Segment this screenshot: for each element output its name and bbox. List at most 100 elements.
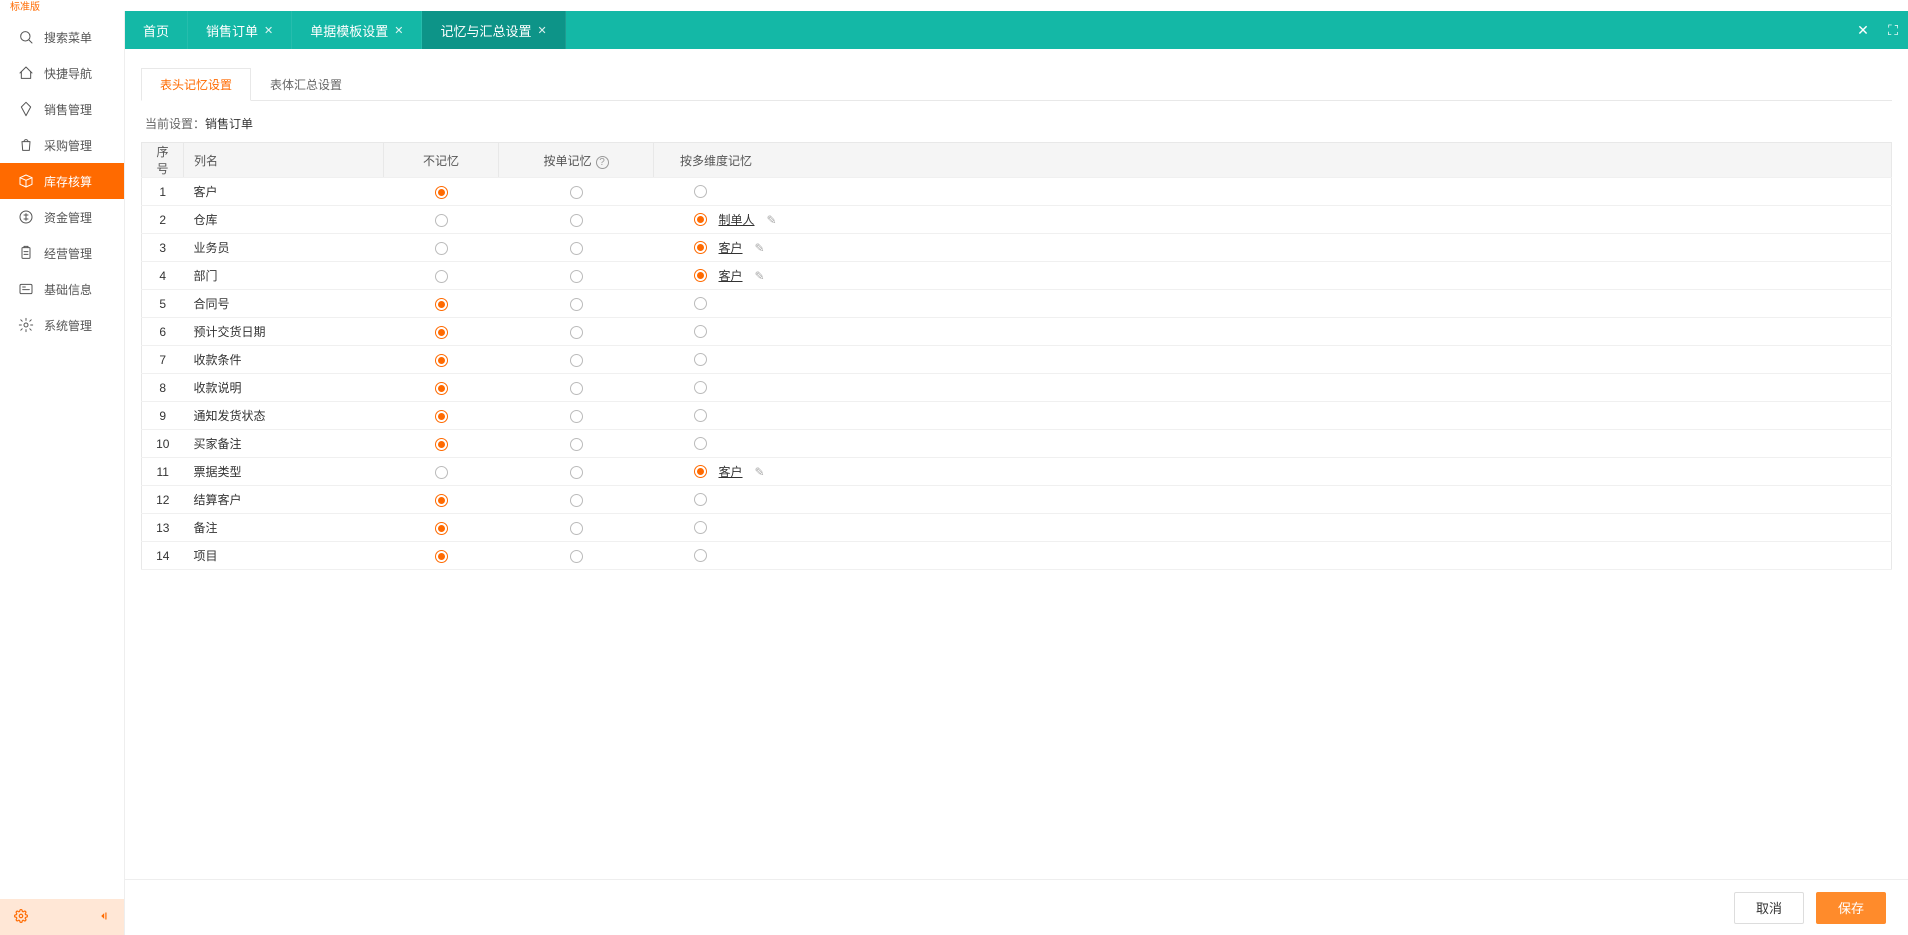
cell-by-dim (654, 290, 1892, 318)
sidebar-item-base-info[interactable]: 基础信息 (0, 271, 124, 307)
close-icon[interactable]: ✕ (264, 24, 273, 37)
sidebar-item-sys-mgmt[interactable]: 系统管理 (0, 307, 124, 343)
coin-icon (18, 209, 34, 225)
dimension-link[interactable]: 客户 (719, 463, 743, 480)
close-icon[interactable]: ✕ (538, 24, 547, 37)
tab-template[interactable]: 单据模板设置✕ (292, 11, 422, 49)
radio[interactable] (694, 241, 707, 254)
dimension-link[interactable]: 客户 (719, 239, 743, 256)
cell-no-memory (384, 514, 499, 542)
dimension-link[interactable]: 制单人 (719, 211, 755, 228)
table-row: 9通知发货状态 (142, 402, 1892, 430)
close-icon[interactable]: ✕ (394, 24, 403, 37)
radio[interactable] (435, 550, 448, 563)
dimension-link[interactable]: 客户 (719, 267, 743, 284)
radio[interactable] (435, 326, 448, 339)
fullscreen-icon[interactable]: ⛶ (1878, 22, 1908, 39)
cancel-button[interactable]: 取消 (1734, 892, 1804, 924)
radio[interactable] (435, 494, 448, 507)
edit-icon[interactable]: ✎ (755, 241, 765, 255)
radio[interactable] (694, 465, 707, 478)
sidebar-item-label: 快捷导航 (44, 65, 92, 82)
cell-by-dim (654, 430, 1892, 458)
radio[interactable] (435, 410, 448, 423)
cell-seq: 11 (142, 458, 184, 486)
edit-icon[interactable]: ✎ (755, 465, 765, 479)
cell-seq: 6 (142, 318, 184, 346)
cell-no-memory (384, 262, 499, 290)
radio[interactable] (570, 242, 583, 255)
inner-tab-head-memory[interactable]: 表头记忆设置 (141, 68, 251, 101)
save-button[interactable]: 保存 (1816, 892, 1886, 924)
radio[interactable] (570, 214, 583, 227)
sidebar-item-inventory[interactable]: 库存核算 (0, 163, 124, 199)
radio[interactable] (694, 549, 707, 562)
radio[interactable] (694, 409, 707, 422)
home-icon (18, 65, 34, 81)
table-row: 7收款条件 (142, 346, 1892, 374)
radio[interactable] (694, 269, 707, 282)
top-bar: 标准版 (0, 0, 1908, 11)
sidebar-item-label: 库存核算 (44, 173, 92, 190)
cell-seq: 7 (142, 346, 184, 374)
sidebar-item-sales-mgmt[interactable]: 销售管理 (0, 91, 124, 127)
radio[interactable] (570, 410, 583, 423)
radio[interactable] (435, 466, 448, 479)
inner-tab-body-summary[interactable]: 表体汇总设置 (251, 68, 361, 101)
cell-by-dim (654, 402, 1892, 430)
radio[interactable] (570, 354, 583, 367)
tab-home[interactable]: 首页 (125, 11, 188, 49)
cell-no-memory (384, 318, 499, 346)
close-all-tabs-icon[interactable]: ✕ (1848, 22, 1878, 39)
sidebar-item-purchase-mgmt[interactable]: 采购管理 (0, 127, 124, 163)
radio[interactable] (570, 466, 583, 479)
radio[interactable] (570, 270, 583, 283)
sidebar-item-quick-nav[interactable]: 快捷导航 (0, 55, 124, 91)
box-icon (18, 173, 34, 189)
cell-no-memory (384, 374, 499, 402)
sidebar-item-search-menu[interactable]: 搜索菜单 (0, 19, 124, 55)
table-row: 3业务员客户✎ (142, 234, 1892, 262)
radio[interactable] (435, 382, 448, 395)
edit-icon[interactable]: ✎ (755, 269, 765, 283)
cell-by-order (499, 374, 654, 402)
edit-icon[interactable]: ✎ (767, 213, 777, 227)
radio[interactable] (694, 185, 707, 198)
radio[interactable] (570, 494, 583, 507)
tab-sales-order[interactable]: 销售订单✕ (188, 11, 292, 49)
cell-no-memory (384, 206, 499, 234)
settings-icon[interactable] (14, 909, 28, 926)
radio[interactable] (570, 298, 583, 311)
radio[interactable] (570, 550, 583, 563)
radio[interactable] (570, 186, 583, 199)
cell-no-memory (384, 178, 499, 206)
radio[interactable] (435, 186, 448, 199)
radio[interactable] (570, 438, 583, 451)
help-icon[interactable]: ? (596, 156, 609, 169)
th-by-dim: 按多维度记忆 (654, 143, 1892, 178)
radio[interactable] (435, 522, 448, 535)
radio[interactable] (435, 242, 448, 255)
sidebar-item-label: 经营管理 (44, 245, 92, 262)
radio[interactable] (694, 297, 707, 310)
radio[interactable] (570, 382, 583, 395)
radio[interactable] (570, 326, 583, 339)
sidebar-item-fund-mgmt[interactable]: 资金管理 (0, 199, 124, 235)
radio[interactable] (694, 325, 707, 338)
radio[interactable] (570, 522, 583, 535)
sidebar-item-biz-mgmt[interactable]: 经营管理 (0, 235, 124, 271)
radio[interactable] (435, 270, 448, 283)
radio[interactable] (694, 521, 707, 534)
radio[interactable] (694, 213, 707, 226)
collapse-sidebar-icon[interactable] (96, 909, 110, 926)
radio[interactable] (435, 438, 448, 451)
radio[interactable] (694, 353, 707, 366)
radio[interactable] (435, 214, 448, 227)
radio[interactable] (694, 493, 707, 506)
radio[interactable] (694, 381, 707, 394)
tab-memory[interactable]: 记忆与汇总设置✕ (422, 11, 565, 49)
radio[interactable] (694, 437, 707, 450)
radio[interactable] (435, 354, 448, 367)
radio[interactable] (435, 298, 448, 311)
cell-seq: 1 (142, 178, 184, 206)
